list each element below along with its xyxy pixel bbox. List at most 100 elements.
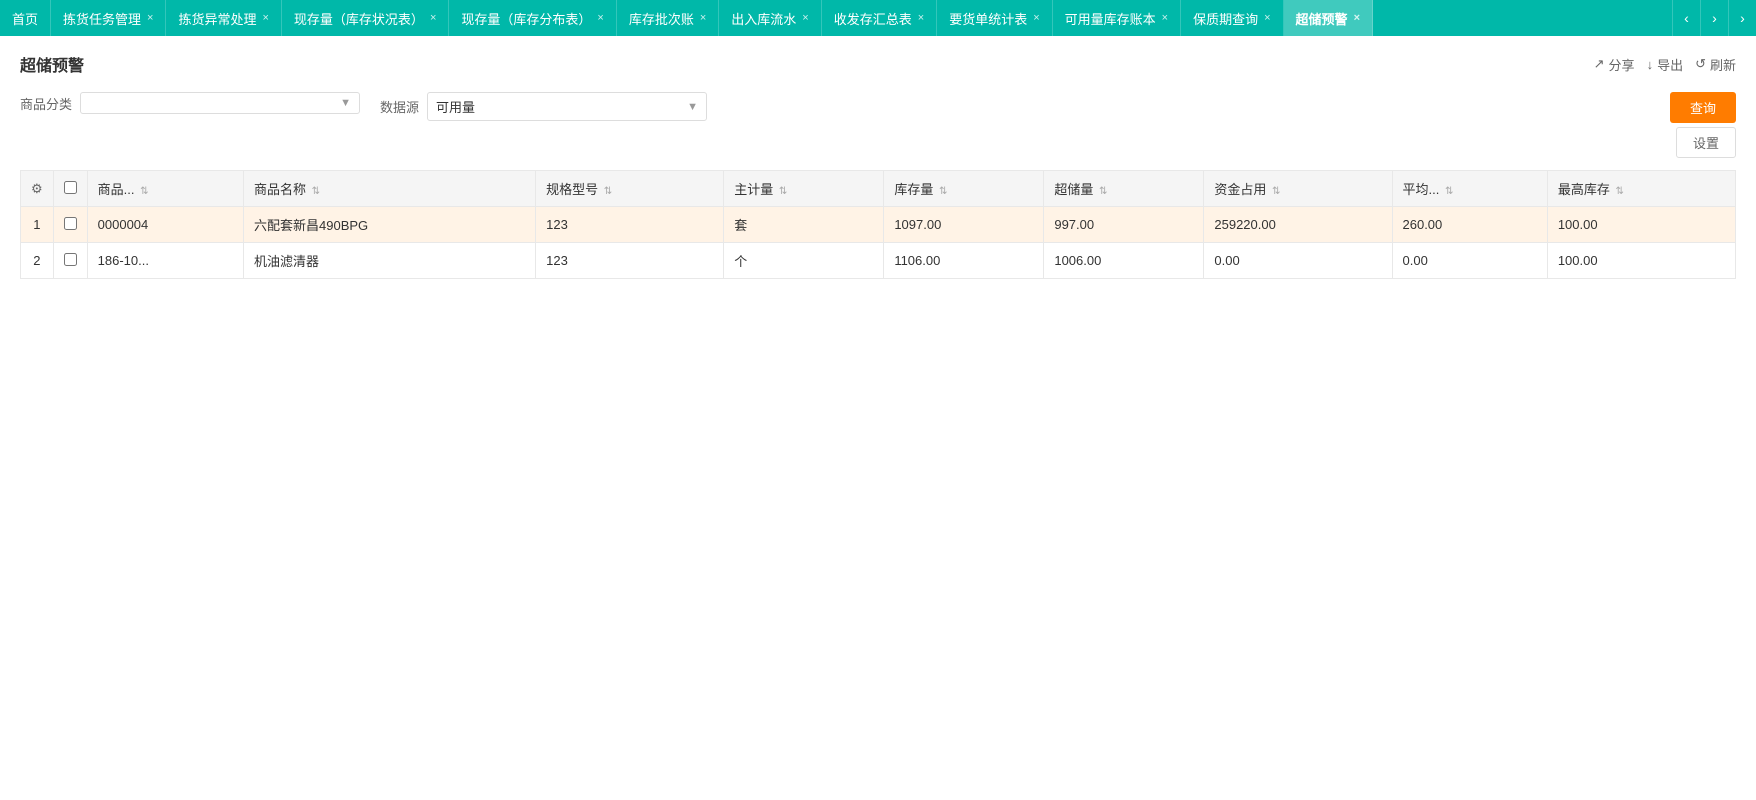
- th-overstock[interactable]: 超储量 ⇅: [1044, 171, 1204, 207]
- th-capital[interactable]: 资金占用 ⇅: [1204, 171, 1392, 207]
- nav-item-task[interactable]: 拣货任务管理 ×: [51, 0, 166, 36]
- nav-item-home[interactable]: 首页: [0, 0, 51, 36]
- share-icon: ↗: [1594, 56, 1605, 72]
- nav-available-label: 可用量库存账本: [1065, 9, 1156, 28]
- th-checkbox: [53, 171, 87, 207]
- row-stock: 1097.00: [884, 207, 1044, 243]
- header-actions: ↗ 分享 ↓ 导出 ↺ 刷新: [1594, 55, 1736, 74]
- th-stock[interactable]: 库存量 ⇅: [884, 171, 1044, 207]
- nav-collection-label: 收发存汇总表: [834, 9, 912, 28]
- gear-icon[interactable]: ⚙: [31, 181, 43, 196]
- sort-spec-icon: ⇅: [604, 186, 612, 197]
- th-avg[interactable]: 平均... ⇅: [1392, 171, 1547, 207]
- row-product-name: 机油滤清器: [244, 243, 536, 279]
- row-checkbox[interactable]: [64, 253, 77, 266]
- th-product-code-label: 商品...: [98, 182, 135, 197]
- nav-item-abnormal[interactable]: 拣货异常处理 ×: [166, 0, 281, 36]
- row-spec: 123: [536, 243, 724, 279]
- nav-item-inventory-dist[interactable]: 现存量（库存分布表） ×: [449, 0, 616, 36]
- th-spec[interactable]: 规格型号 ⇅: [536, 171, 724, 207]
- table-header: ⚙ 商品... ⇅ 商品名称 ⇅ 规格型号 ⇅ 主计量: [21, 171, 1736, 207]
- row-product-name: 六配套新昌490BPG: [244, 207, 536, 243]
- row-stock: 1106.00: [884, 243, 1044, 279]
- row-product-code: 186-10...: [87, 243, 243, 279]
- nav-inout-close[interactable]: ×: [802, 12, 808, 24]
- row-checkbox[interactable]: [64, 217, 77, 230]
- table-body: 1 0000004 六配套新昌490BPG 123 套 1097.00 997.…: [21, 207, 1736, 279]
- export-button[interactable]: ↓ 导出: [1647, 55, 1684, 74]
- nav-inv-status-label: 现存量（库存状况表）: [294, 9, 424, 28]
- nav-prev-btn[interactable]: ‹: [1672, 0, 1700, 36]
- top-nav: 首页 拣货任务管理 × 拣货异常处理 × 现存量（库存状况表） × 现存量（库存…: [0, 0, 1756, 36]
- category-filter-group: 商品分类 ▼: [20, 92, 360, 114]
- nav-item-overstock[interactable]: 超储预警 ×: [1284, 0, 1373, 36]
- th-max-stock-label: 最高库存: [1558, 182, 1610, 197]
- select-all-checkbox[interactable]: [64, 181, 77, 194]
- datasource-filter-group: 数据源 可用量 ▼: [380, 92, 707, 121]
- row-overstock: 997.00: [1044, 207, 1204, 243]
- table-row: 1 0000004 六配套新昌490BPG 123 套 1097.00 997.…: [21, 207, 1736, 243]
- category-label: 商品分类: [20, 94, 72, 113]
- row-avg: 0.00: [1392, 243, 1547, 279]
- th-spec-label: 规格型号: [546, 182, 598, 197]
- th-max-stock[interactable]: 最高库存 ⇅: [1547, 171, 1735, 207]
- th-unit[interactable]: 主计量 ⇅: [724, 171, 884, 207]
- nav-next-btn[interactable]: ›: [1700, 0, 1728, 36]
- nav-expiry-close[interactable]: ×: [1264, 12, 1270, 24]
- nav-item-batch[interactable]: 库存批次账 ×: [617, 0, 719, 36]
- row-capital: 259220.00: [1204, 207, 1392, 243]
- row-overstock: 1006.00: [1044, 243, 1204, 279]
- row-avg: 260.00: [1392, 207, 1547, 243]
- nav-arrows: ‹ › ›: [1672, 0, 1756, 36]
- th-capital-label: 资金占用: [1214, 182, 1266, 197]
- row-product-code: 0000004: [87, 207, 243, 243]
- nav-task-close[interactable]: ×: [147, 12, 153, 24]
- th-product-code[interactable]: 商品... ⇅: [87, 171, 243, 207]
- nav-item-collection[interactable]: 收发存汇总表 ×: [822, 0, 937, 36]
- datasource-dropdown-icon: ▼: [687, 101, 698, 113]
- nav-item-order-stat[interactable]: 要货单统计表 ×: [937, 0, 1052, 36]
- refresh-icon: ↺: [1695, 56, 1706, 72]
- nav-available-close[interactable]: ×: [1162, 12, 1168, 24]
- nav-overstock-close[interactable]: ×: [1354, 12, 1360, 24]
- nav-inv-status-close[interactable]: ×: [430, 12, 436, 24]
- share-label: 分享: [1609, 55, 1635, 74]
- sort-product-name-icon: ⇅: [312, 186, 320, 197]
- share-button[interactable]: ↗ 分享: [1594, 55, 1635, 74]
- nav-item-inout[interactable]: 出入库流水 ×: [719, 0, 821, 36]
- nav-batch-close[interactable]: ×: [700, 12, 706, 24]
- nav-expand-btn[interactable]: ›: [1728, 0, 1756, 36]
- th-product-name-label: 商品名称: [254, 182, 306, 197]
- th-gear: ⚙: [21, 171, 54, 207]
- category-select[interactable]: ▼: [80, 92, 360, 114]
- settings-button[interactable]: 设置: [1676, 127, 1736, 158]
- nav-item-available[interactable]: 可用量库存账本 ×: [1053, 0, 1181, 36]
- nav-order-stat-label: 要货单统计表: [949, 9, 1027, 28]
- sort-max-stock-icon: ⇅: [1615, 186, 1623, 197]
- sort-overstock-icon: ⇅: [1099, 186, 1107, 197]
- nav-item-inventory-status[interactable]: 现存量（库存状况表） ×: [282, 0, 449, 36]
- row-num: 1: [21, 207, 54, 243]
- nav-batch-label: 库存批次账: [629, 9, 694, 28]
- query-button[interactable]: 查询: [1670, 92, 1736, 123]
- table-row: 2 186-10... 机油滤清器 123 个 1106.00 1006.00 …: [21, 243, 1736, 279]
- nav-task-label: 拣货任务管理: [63, 9, 141, 28]
- row-capital: 0.00: [1204, 243, 1392, 279]
- sort-unit-icon: ⇅: [779, 186, 787, 197]
- refresh-button[interactable]: ↺ 刷新: [1695, 55, 1736, 74]
- row-max-stock: 100.00: [1547, 243, 1735, 279]
- nav-collection-close[interactable]: ×: [918, 12, 924, 24]
- nav-order-stat-close[interactable]: ×: [1033, 12, 1039, 24]
- export-icon: ↓: [1647, 57, 1654, 72]
- row-unit: 套: [724, 207, 884, 243]
- filter-area: 商品分类 ▼ 数据源 可用量 ▼ 查询 设置: [20, 92, 1736, 158]
- sort-avg-icon: ⇅: [1445, 186, 1453, 197]
- nav-abnormal-close[interactable]: ×: [262, 12, 268, 24]
- th-product-name[interactable]: 商品名称 ⇅: [244, 171, 536, 207]
- th-stock-label: 库存量: [894, 182, 933, 197]
- datasource-select[interactable]: 可用量 ▼: [427, 92, 707, 121]
- nav-inv-dist-close[interactable]: ×: [597, 12, 603, 24]
- row-spec: 123: [536, 207, 724, 243]
- page-title: 超储预警: [20, 52, 84, 76]
- nav-item-expiry[interactable]: 保质期查询 ×: [1181, 0, 1283, 36]
